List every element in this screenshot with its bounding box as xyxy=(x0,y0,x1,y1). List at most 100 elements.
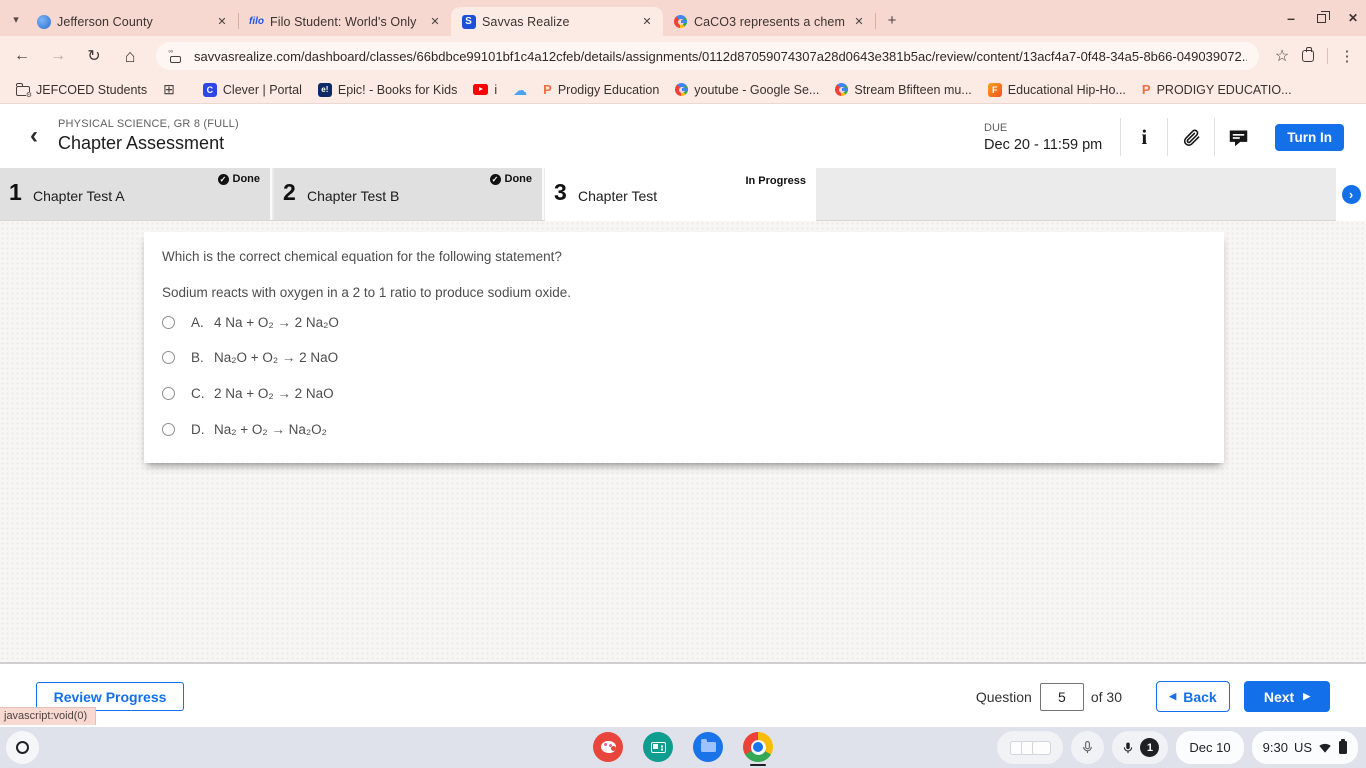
browser-reload-icon[interactable]: ↻ xyxy=(80,42,108,70)
palette-icon xyxy=(600,741,616,753)
close-tab-icon[interactable]: ✕ xyxy=(851,14,867,30)
browser-tab-savvas-active[interactable]: S Savvas Realize ✕ xyxy=(451,7,663,36)
extensions-icon[interactable] xyxy=(1295,43,1321,69)
answer-option-a[interactable]: A. 4 Na + O₂ → 2 Na₂O xyxy=(144,314,1224,338)
mic-access-button[interactable] xyxy=(1071,731,1105,764)
browser-toolbar: ← → ↻ ⌂ savvasrealize.com/dashboard/clas… xyxy=(0,36,1366,76)
close-tab-icon[interactable]: ✕ xyxy=(427,14,443,30)
answer-option-d[interactable]: D. Na₂ + O₂ → Na₂O₂ xyxy=(144,421,1224,445)
bookmark-star-icon[interactable]: ☆ xyxy=(1269,43,1295,69)
explore-app-icon[interactable] xyxy=(643,732,673,762)
bookmark-label: PRODIGY EDUCATIO... xyxy=(1156,82,1292,97)
browser-home-icon[interactable]: ⌂ xyxy=(116,42,144,70)
due-label: DUE xyxy=(984,121,1008,134)
url-text[interactable]: savvasrealize.com/dashboard/classes/66bd… xyxy=(194,49,1247,64)
attachment-button[interactable] xyxy=(1168,117,1214,157)
section-tab-chapter-test-active[interactable]: 3 Chapter Test In Progress xyxy=(545,168,816,221)
bookmark-youtube-google[interactable]: youtube - Google Se... xyxy=(667,79,827,101)
option-formula: 2 Na + O₂ → 2 NaO xyxy=(214,386,334,401)
bookmark-folder-jefcoed[interactable]: JEFCOED Students xyxy=(8,79,155,101)
back-button[interactable]: ◀ Back xyxy=(1156,681,1230,712)
close-tab-icon[interactable]: ✕ xyxy=(639,14,655,30)
bookmark-label: Clever | Portal xyxy=(222,82,302,97)
radio-button[interactable] xyxy=(162,316,175,329)
close-tab-icon[interactable]: ✕ xyxy=(214,14,230,30)
option-letter: D. xyxy=(191,422,205,437)
apps-grid-icon: ⊞ xyxy=(163,81,175,97)
info-icon: i xyxy=(1141,124,1148,149)
option-letter: C. xyxy=(191,386,205,401)
section-number: 1 xyxy=(9,179,22,205)
prodigy-icon: P xyxy=(543,82,552,97)
radio-button[interactable] xyxy=(162,423,175,436)
window-restore-button[interactable] xyxy=(1316,10,1330,23)
browser-tab-filo[interactable]: filo Filo Student: World's Only Live ✕ xyxy=(239,7,451,36)
answer-option-b[interactable]: B. Na₂O + O₂ → 2 NaO xyxy=(144,349,1224,373)
address-bar[interactable]: savvasrealize.com/dashboard/classes/66bd… xyxy=(156,42,1259,70)
apps-shortcut[interactable]: ⊞ xyxy=(155,79,183,101)
youtube-icon xyxy=(473,84,489,95)
microphone-icon xyxy=(1124,741,1133,753)
next-section-button[interactable]: › xyxy=(1341,185,1361,204)
browser-menu-icon[interactable]: ⋮ xyxy=(1334,43,1360,69)
system-tray[interactable]: 9:30 US xyxy=(1251,731,1358,764)
window-minimize-button[interactable]: – xyxy=(1287,10,1295,26)
bookmark-epic[interactable]: e! Epic! - Books for Kids xyxy=(310,79,466,101)
bookmark-prodigy-2[interactable]: P PRODIGY EDUCATIO... xyxy=(1134,79,1300,101)
done-check-icon: ✓ xyxy=(217,173,229,185)
bookmark-clever[interactable]: C Clever | Portal xyxy=(195,79,310,101)
bookmark-cloud[interactable]: ☁ xyxy=(505,79,535,101)
back-chevron-icon[interactable]: ‹ xyxy=(30,124,38,148)
files-app-icon[interactable] xyxy=(693,732,723,762)
section-status: Done xyxy=(504,173,533,185)
notification-tray[interactable]: 1 xyxy=(1112,731,1169,764)
question-number-input[interactable] xyxy=(1039,682,1084,711)
window-close-button[interactable]: ✕ xyxy=(1348,11,1358,25)
section-tabs-scroll: › xyxy=(1336,168,1366,221)
browser-back-icon[interactable]: ← xyxy=(8,42,36,70)
bookmark-youtube[interactable]: i xyxy=(465,79,505,101)
date-tray[interactable]: Dec 10 xyxy=(1176,731,1244,764)
next-label: Next xyxy=(1263,688,1295,705)
battery-icon xyxy=(1339,739,1347,754)
section-tab-chapter-test-b[interactable]: 2 Chapter Test B ✓ Done xyxy=(274,168,544,220)
turn-in-button[interactable]: Turn In xyxy=(1275,123,1344,151)
bookmark-label: i xyxy=(494,82,498,97)
bookmark-stream[interactable]: Stream Bfifteen mu... xyxy=(827,79,979,101)
screenshot-thumbnail[interactable] xyxy=(1031,740,1051,755)
canvas-app-icon[interactable] xyxy=(593,732,623,762)
next-button[interactable]: Next ▶ xyxy=(1244,681,1330,712)
answer-option-c[interactable]: C. 2 Na + O₂ → 2 NaO xyxy=(144,385,1224,409)
question-prompt: Which is the correct chemical equation f… xyxy=(162,249,562,264)
assignment-header: ‹ PHYSICAL SCIENCE, GR 8 (FULL) Chapter … xyxy=(0,104,1366,168)
tab-search-button[interactable]: ▾ xyxy=(6,9,26,29)
google-icon xyxy=(835,83,849,96)
due-date: DUE Dec 20 - 11:59 pm xyxy=(984,122,1102,153)
toolbar-divider xyxy=(1327,48,1328,64)
radio-button[interactable] xyxy=(162,387,175,400)
tab-title: CaCO3 represents a chemical xyxy=(694,14,845,29)
microphone-icon xyxy=(1083,741,1093,754)
tab-title: Jefferson County xyxy=(57,14,153,29)
chrome-app-icon[interactable] xyxy=(743,732,773,766)
browser-tab-caco3[interactable]: CaCO3 represents a chemical ✕ xyxy=(663,7,875,36)
section-label: Chapter Test A xyxy=(33,188,125,204)
site-info-icon[interactable] xyxy=(168,46,184,64)
question-label: Question xyxy=(975,688,1032,705)
browser-forward-icon[interactable]: → xyxy=(44,42,72,70)
radio-button[interactable] xyxy=(162,351,175,364)
info-button[interactable]: i xyxy=(1121,117,1167,157)
browser-tab-jefferson[interactable]: Jefferson County ✕ xyxy=(26,7,238,36)
new-tab-button[interactable]: + xyxy=(880,8,904,32)
back-label: Back xyxy=(1183,688,1217,705)
holding-space-tray[interactable] xyxy=(997,731,1064,764)
launcher-button[interactable] xyxy=(6,731,39,764)
option-formula: Na₂O + O₂ → 2 NaO xyxy=(214,350,339,365)
bookmark-flocabulary[interactable]: F Educational Hip-Ho... xyxy=(980,79,1134,101)
due-value: Dec 20 - 11:59 pm xyxy=(984,136,1103,153)
bookmark-label: Prodigy Education xyxy=(557,82,660,97)
comments-button[interactable] xyxy=(1215,117,1261,157)
browser-tab-bar: ▾ Jefferson County ✕ filo Filo Student: … xyxy=(0,0,1366,36)
section-tab-chapter-test-a[interactable]: 1 Chapter Test A ✓ Done xyxy=(0,168,272,220)
bookmark-prodigy[interactable]: P Prodigy Education xyxy=(535,79,667,101)
